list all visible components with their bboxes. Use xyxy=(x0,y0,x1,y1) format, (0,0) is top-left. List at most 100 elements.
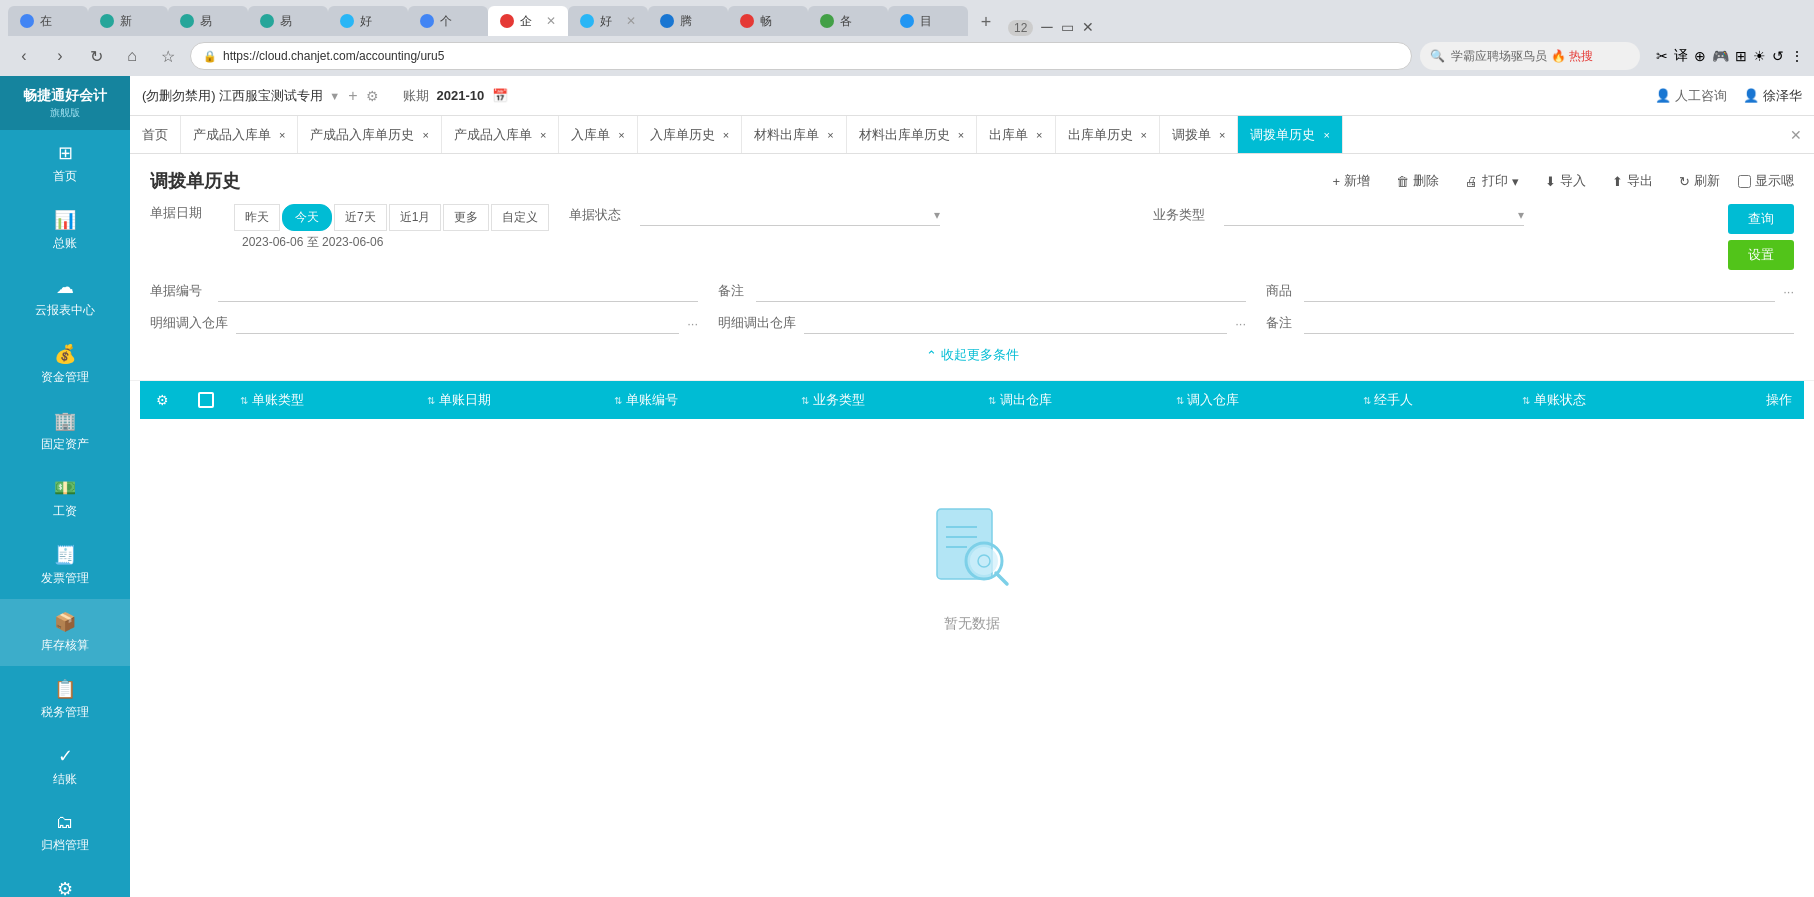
export-btn[interactable]: ⬆ 导出 xyxy=(1604,168,1661,194)
note-input[interactable] xyxy=(1304,312,1794,334)
page-tab-5[interactable]: 入库单历史 × xyxy=(638,116,742,154)
calendar-icon[interactable]: 📅 xyxy=(492,88,508,103)
page-tab-7-close[interactable]: × xyxy=(958,129,964,141)
date-more-btn[interactable]: 更多 xyxy=(443,204,489,231)
company-selector[interactable]: (勿删勿禁用) 江西服宝测试专用 ▼ xyxy=(142,87,340,105)
page-tab-4-close[interactable]: × xyxy=(618,129,624,141)
menu-icon[interactable]: ⋮ xyxy=(1790,48,1804,64)
detail-in-dots-icon[interactable]: ··· xyxy=(687,316,698,331)
import-btn[interactable]: ⬇ 导入 xyxy=(1537,168,1594,194)
query-button[interactable]: 查询 xyxy=(1728,204,1794,234)
sidebar-item-fixed-assets[interactable]: 🏢 固定资产 xyxy=(0,398,130,465)
page-tab-9-close[interactable]: × xyxy=(1141,129,1147,141)
date-today-btn[interactable]: 今天 xyxy=(282,204,332,231)
browser-tab-11[interactable]: 目 xyxy=(888,6,968,36)
address-bar[interactable]: 🔒 https://cloud.chanjet.com/accounting/u… xyxy=(190,42,1412,70)
sidebar-item-inventory[interactable]: 📦 库存核算 xyxy=(0,599,130,666)
night-icon[interactable]: ☀ xyxy=(1753,48,1766,64)
page-tab-11[interactable]: 调拨单历史 × xyxy=(1238,116,1342,154)
page-tab-9[interactable]: 出库单历史 × xyxy=(1056,116,1160,154)
detail-out-dots-icon[interactable]: ··· xyxy=(1235,316,1246,331)
browser-tab-6[interactable]: 企 ✕ xyxy=(488,6,568,36)
sidebar-item-archive[interactable]: 🗂 归档管理 xyxy=(0,800,130,866)
browser-search[interactable]: 🔍 学霸应聘场驱鸟员 🔥 热搜 xyxy=(1420,42,1640,70)
date-custom-btn[interactable]: 自定义 xyxy=(491,204,549,231)
table-settings-icon[interactable]: ⚙ xyxy=(156,392,169,408)
goods-dots-icon[interactable]: ··· xyxy=(1783,284,1794,299)
browser-tab-7[interactable]: 好 ✕ xyxy=(568,6,648,36)
maximize-btn[interactable]: ▭ xyxy=(1061,19,1074,35)
add-company-btn[interactable]: + xyxy=(348,87,357,105)
company-settings-icon[interactable]: ⚙ xyxy=(366,88,379,104)
apps-icon[interactable]: ⊞ xyxy=(1735,48,1747,64)
doc-number-input[interactable] xyxy=(218,280,698,302)
sidebar-item-settings[interactable]: ⚙ 基础设置 xyxy=(0,866,130,897)
th-doc-date-sort-icon[interactable]: ⇅ xyxy=(427,395,435,406)
business-type-input[interactable] xyxy=(1224,204,1518,225)
th-in-warehouse-sort-icon[interactable]: ⇅ xyxy=(1176,395,1184,406)
browser-tab-10[interactable]: 各 xyxy=(808,6,888,36)
user-profile[interactable]: 👤 徐泽华 xyxy=(1743,87,1802,105)
browser-tab-9[interactable]: 畅 xyxy=(728,6,808,36)
display-checkbox[interactable] xyxy=(1738,175,1751,188)
service-btn[interactable]: 👤 人工咨询 xyxy=(1655,87,1727,105)
goods-input[interactable] xyxy=(1304,280,1775,302)
business-type-dropdown-icon[interactable]: ▾ xyxy=(1518,208,1524,222)
cut-icon[interactable]: ✂ xyxy=(1656,48,1668,64)
sidebar-item-invoice[interactable]: 🧾 发票管理 xyxy=(0,532,130,599)
page-tab-5-close[interactable]: × xyxy=(723,129,729,141)
page-tab-home[interactable]: 首页 xyxy=(130,116,181,154)
page-tab-10-close[interactable]: × xyxy=(1219,129,1225,141)
date-yesterday-btn[interactable]: 昨天 xyxy=(234,204,280,231)
date-month-btn[interactable]: 近1月 xyxy=(389,204,442,231)
sidebar-item-fund[interactable]: 💰 资金管理 xyxy=(0,331,130,398)
browser-tab-2[interactable]: 易 xyxy=(168,6,248,36)
browser-tab-3[interactable]: 易 xyxy=(248,6,328,36)
ext1-icon[interactable]: ⊕ xyxy=(1694,48,1706,64)
new-btn[interactable]: + 新增 xyxy=(1324,168,1378,194)
page-tab-3[interactable]: 产成品入库单 × xyxy=(442,116,559,154)
ext2-icon[interactable]: 🎮 xyxy=(1712,48,1729,64)
page-tabs-close-all[interactable]: ✕ xyxy=(1778,127,1814,143)
page-tab-4[interactable]: 入库单 × xyxy=(559,116,637,154)
date-7days-btn[interactable]: 近7天 xyxy=(334,204,387,231)
page-tab-6-close[interactable]: × xyxy=(827,129,833,141)
th-doc-number-sort-icon[interactable]: ⇅ xyxy=(614,395,622,406)
refresh-button[interactable]: ↻ xyxy=(82,42,110,70)
tab-close-7[interactable]: ✕ xyxy=(626,14,636,28)
page-tab-1[interactable]: 产成品入库单 × xyxy=(181,116,298,154)
status-dropdown-icon[interactable]: ▾ xyxy=(934,208,940,222)
page-tab-8[interactable]: 出库单 × xyxy=(977,116,1055,154)
browser-tab-1[interactable]: 新 xyxy=(88,6,168,36)
forward-button[interactable]: › xyxy=(46,42,74,70)
tab-add-button[interactable]: + xyxy=(972,8,1000,36)
th-business-type-sort-icon[interactable]: ⇅ xyxy=(801,395,809,406)
delete-btn[interactable]: 🗑 删除 xyxy=(1388,168,1447,194)
th-doc-type-sort-icon[interactable]: ⇅ xyxy=(240,395,248,406)
th-out-warehouse-sort-icon[interactable]: ⇅ xyxy=(988,395,996,406)
bookmark-button[interactable]: ☆ xyxy=(154,42,182,70)
page-tab-2[interactable]: 产成品入库单历史 × xyxy=(298,116,441,154)
home-button[interactable]: ⌂ xyxy=(118,42,146,70)
tab-close-6[interactable]: ✕ xyxy=(546,14,556,28)
sidebar-item-tax[interactable]: 📋 税务管理 xyxy=(0,666,130,733)
detail-out-input[interactable] xyxy=(804,312,1227,334)
th-handler-sort-icon[interactable]: ⇅ xyxy=(1363,395,1371,406)
browser-tab-4[interactable]: 好 xyxy=(328,6,408,36)
undo-icon[interactable]: ↺ xyxy=(1772,48,1784,64)
th-doc-status-sort-icon[interactable]: ⇅ xyxy=(1522,395,1530,406)
page-tab-3-close[interactable]: × xyxy=(540,129,546,141)
remark-input[interactable] xyxy=(756,280,1246,302)
browser-tab-0[interactable]: 在 xyxy=(8,6,88,36)
close-btn[interactable]: ✕ xyxy=(1082,19,1094,35)
page-tab-7[interactable]: 材料出库单历史 × xyxy=(847,116,977,154)
browser-tab-8[interactable]: 腾 xyxy=(648,6,728,36)
detail-in-input[interactable] xyxy=(236,312,679,334)
print-btn[interactable]: 🖨 打印 ▾ xyxy=(1457,168,1527,194)
translate-icon[interactable]: 译 xyxy=(1674,47,1688,65)
sidebar-item-ledger[interactable]: 📊 总账 xyxy=(0,197,130,264)
page-tab-11-close[interactable]: × xyxy=(1323,129,1329,141)
sidebar-item-salary[interactable]: 💵 工资 xyxy=(0,465,130,532)
status-input[interactable] xyxy=(640,204,934,225)
sidebar-item-cloud-report[interactable]: ☁ 云报表中心 xyxy=(0,264,130,331)
